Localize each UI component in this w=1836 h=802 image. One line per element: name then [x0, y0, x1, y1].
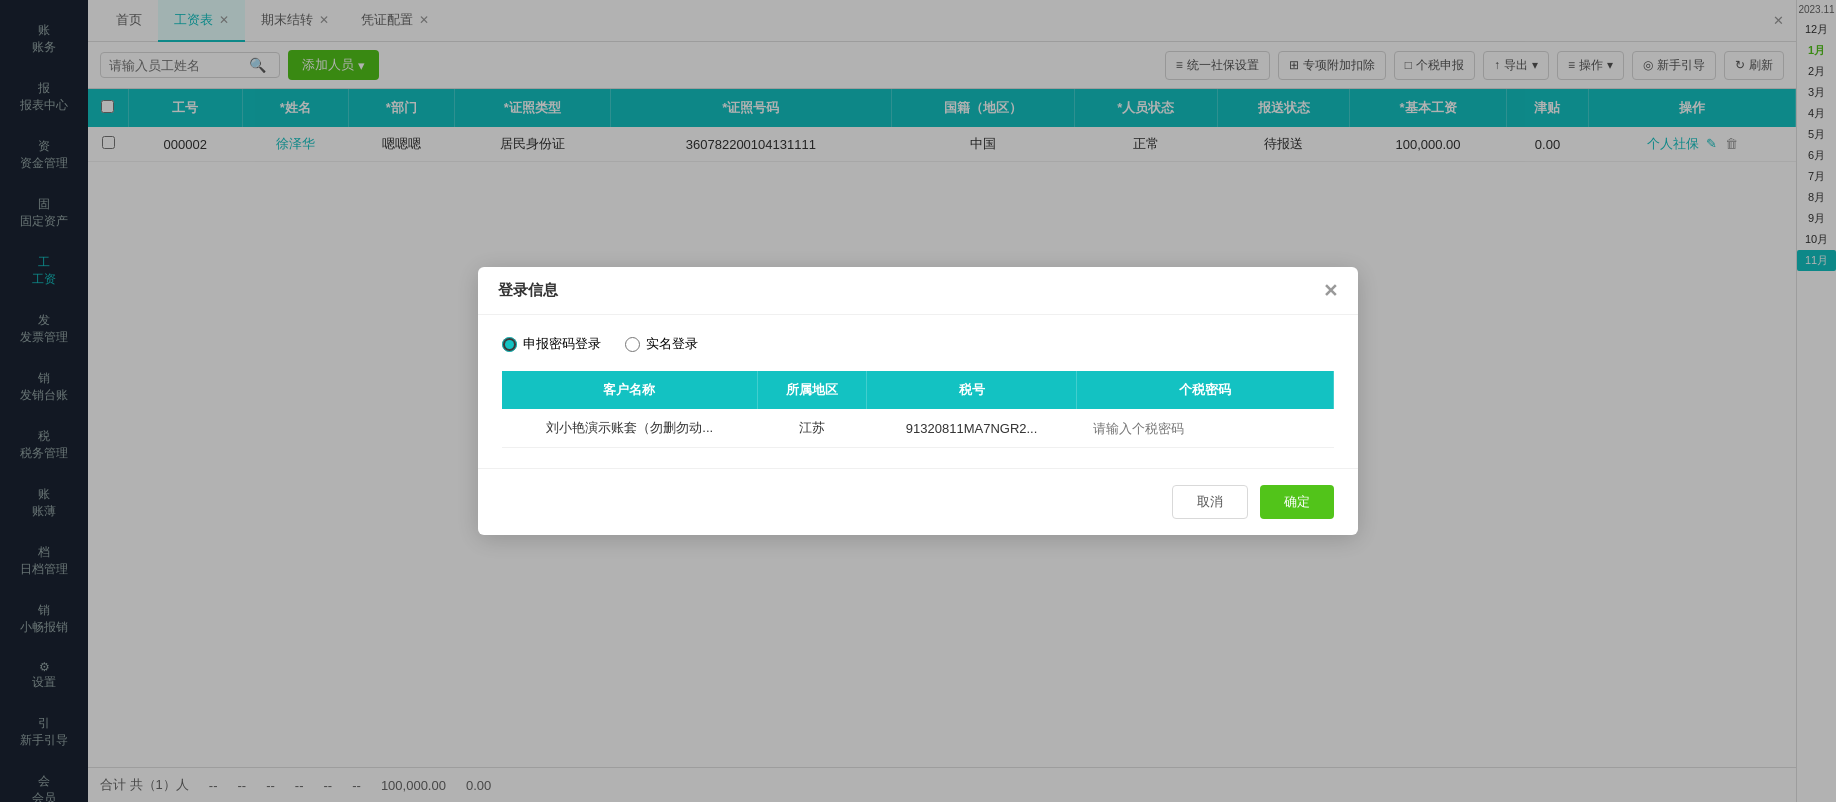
- radio-password-login[interactable]: 申报密码登录: [502, 335, 601, 353]
- col-client-name: 客户名称: [502, 371, 757, 409]
- radio-realname-input[interactable]: [625, 337, 640, 352]
- login-table: 客户名称 所属地区 税号 个税密码 刘小艳演示账套（勿删勿动... 江苏 913…: [502, 371, 1334, 448]
- col-tax-password: 个税密码: [1077, 371, 1334, 409]
- login-dialog: 登录信息 ✕ 申报密码登录 实名登录 客户名称 所属地区: [478, 267, 1358, 535]
- dialog-footer: 取消 确定: [478, 468, 1358, 535]
- dialog-header: 登录信息 ✕: [478, 267, 1358, 315]
- dialog-close-button[interactable]: ✕: [1323, 282, 1338, 300]
- cell-password-input[interactable]: [1077, 409, 1334, 448]
- dialog-body: 申报密码登录 实名登录 客户名称 所属地区 税号 个税密码: [478, 315, 1358, 468]
- col-tax-no: 税号: [867, 371, 1077, 409]
- radio-password-input[interactable]: [502, 337, 517, 352]
- password-field[interactable]: [1093, 421, 1318, 436]
- radio-group: 申报密码登录 实名登录: [502, 335, 1334, 353]
- cell-tax-no: 91320811MA7NGR2...: [867, 409, 1077, 448]
- dialog-title: 登录信息: [498, 281, 558, 300]
- confirm-button[interactable]: 确定: [1260, 485, 1334, 519]
- cell-region: 江苏: [757, 409, 866, 448]
- cancel-button[interactable]: 取消: [1172, 485, 1248, 519]
- cell-client-name: 刘小艳演示账套（勿删勿动...: [502, 409, 757, 448]
- radio-realname-login[interactable]: 实名登录: [625, 335, 698, 353]
- dialog-backdrop: 登录信息 ✕ 申报密码登录 实名登录 客户名称 所属地区: [0, 0, 1836, 802]
- col-region: 所属地区: [757, 371, 866, 409]
- login-table-row: 刘小艳演示账套（勿删勿动... 江苏 91320811MA7NGR2...: [502, 409, 1334, 448]
